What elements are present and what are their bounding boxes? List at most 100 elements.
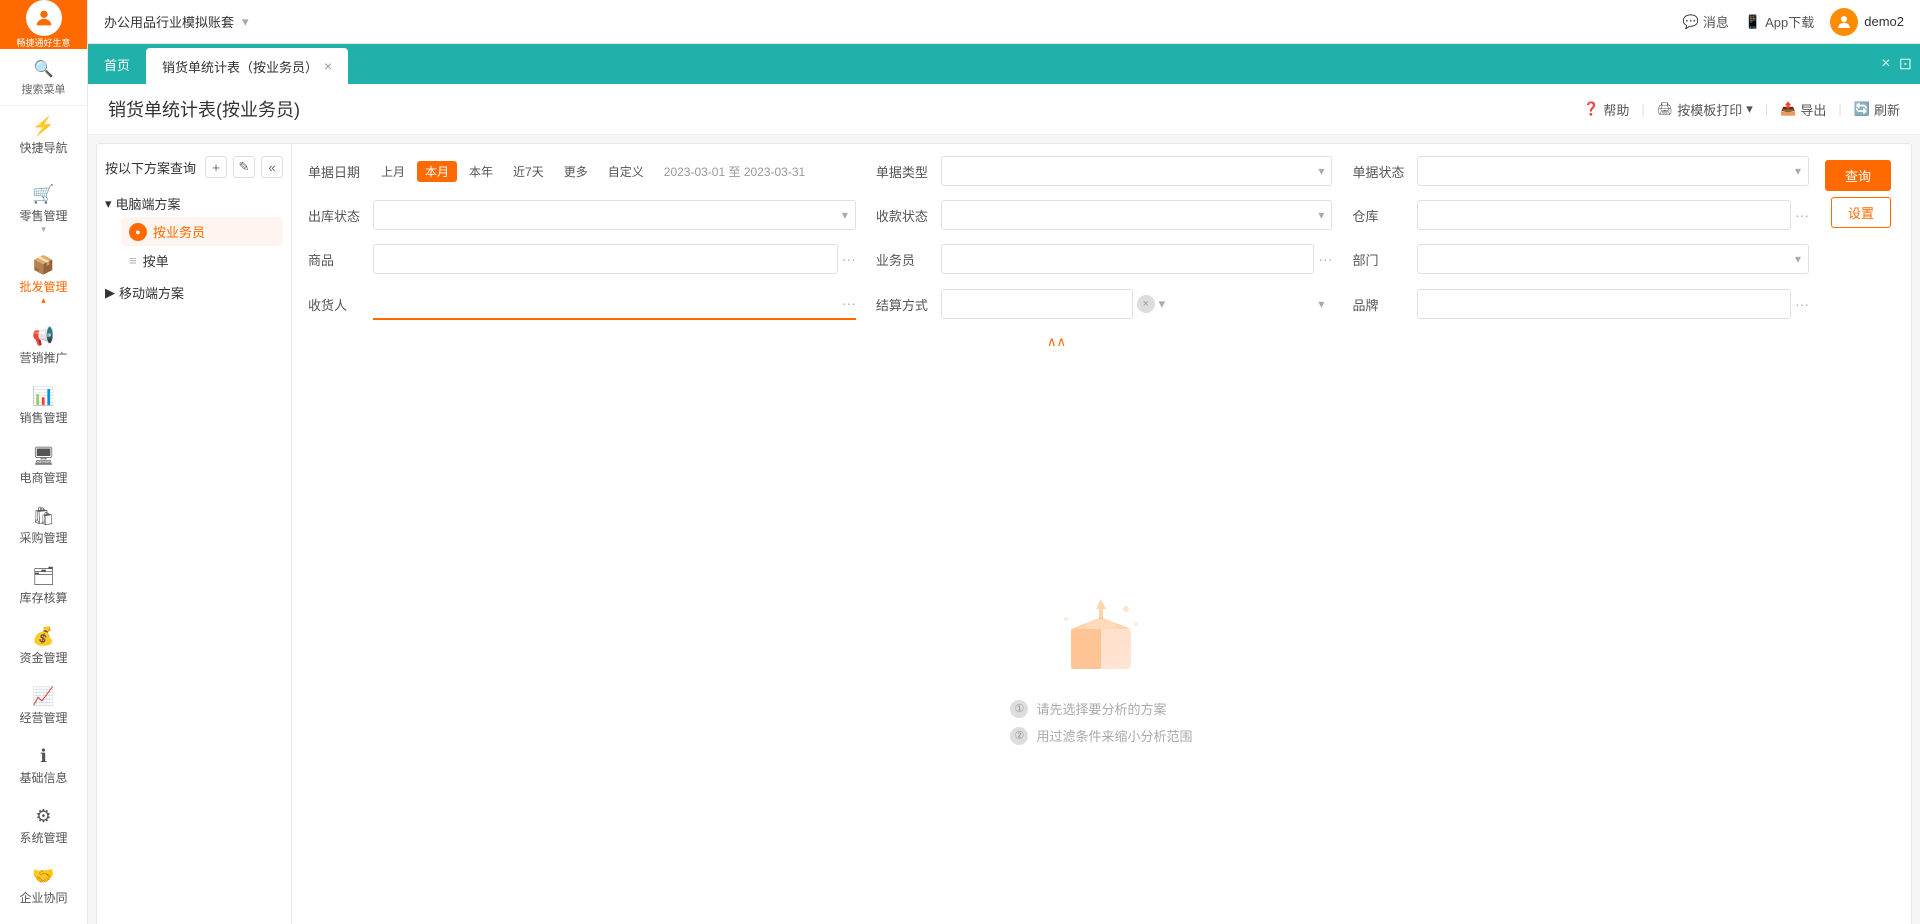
settings-btn[interactable]: 设置: [1831, 197, 1891, 228]
sidebar-item-basic-info[interactable]: ℹ 基础信息: [0, 736, 87, 796]
date-options: 上月 本月 本年 近7天 更多 自定义: [373, 161, 652, 182]
date-current-year-btn[interactable]: 本年: [461, 161, 501, 182]
scheme-item-salesperson[interactable]: ● 按业务员: [121, 217, 283, 246]
product-more-btn[interactable]: ···: [842, 251, 856, 267]
tab-home-label: 首页: [104, 55, 130, 74]
date-7days-btn[interactable]: 近7天: [505, 161, 552, 182]
header-left: 办公用品行业模拟账套 ▾: [104, 12, 249, 31]
print-dropdown-icon: ▾: [1746, 101, 1753, 117]
sidebar-item-retail[interactable]: 🛒 零售管理 ▾: [0, 174, 87, 245]
scheme-order-label: 按单: [143, 251, 169, 270]
doc-type-select-wrap: [941, 156, 1333, 186]
tab-sales-stat[interactable]: 销货单统计表（按业务员） ×: [146, 48, 348, 84]
sidebar-item-sales[interactable]: 📊 销售管理: [0, 376, 87, 436]
product-label: 商品: [308, 250, 373, 269]
marketing-icon: 📢: [32, 326, 54, 347]
department-field: 部门: [1352, 244, 1809, 274]
query-btn[interactable]: 查询: [1825, 160, 1891, 191]
username: demo2: [1864, 14, 1904, 29]
page-header: 销货单统计表(按业务员) ❓ 帮助 | 🖨 按模板打印 ▾ | 📤 导出 |: [88, 84, 1920, 135]
empty-step-1: ① 请先选择要分析的方案: [1010, 699, 1192, 718]
purchase-icon: 🛍: [32, 506, 55, 527]
header-dropdown-icon[interactable]: ▾: [242, 14, 249, 30]
brand-input[interactable]: [1417, 289, 1791, 319]
filter-row-3: 商品 ··· 业务员 ···: [308, 244, 1809, 274]
divider-actions-2: |: [1765, 102, 1768, 117]
scheme-desktop-header[interactable]: ▾ 电脑端方案: [105, 190, 283, 217]
refresh-btn[interactable]: 🔄 刷新: [1854, 100, 1900, 119]
date-more-btn[interactable]: 更多: [556, 161, 596, 182]
sidebar-item-enterprise-collab[interactable]: 🤝 企业协同: [0, 856, 87, 916]
payment-select[interactable]: [941, 200, 1333, 230]
page-actions: ❓ 帮助 | 🖨 按模板打印 ▾ | 📤 导出 | 🔄 刷新: [1583, 100, 1900, 119]
sidebar: 畅捷通好生意 🔍 搜索菜单 ⚡ 快捷导航 🛒 零售管理 ▾ 📦 批发管理 ▴ 📢…: [0, 0, 88, 924]
warehouse-input-wrap: ···: [1417, 200, 1809, 230]
print-btn[interactable]: 🖨 按模板打印 ▾: [1657, 100, 1753, 119]
export-icon: 📤: [1780, 101, 1796, 117]
tab-restore-btn[interactable]: ×: [1881, 55, 1890, 73]
date-current-month-btn[interactable]: 本月: [417, 161, 457, 182]
ecommerce-label: 电商管理: [19, 469, 67, 486]
salesperson-input[interactable]: [941, 244, 1315, 274]
wholesale-label: 批发管理: [19, 278, 67, 295]
brand-more-btn[interactable]: ···: [1795, 296, 1809, 312]
doc-status-select[interactable]: [1417, 156, 1809, 186]
filter-panel-header: 按以下方案查询 + ✎ «: [105, 156, 283, 178]
help-btn[interactable]: ❓ 帮助: [1583, 100, 1629, 119]
add-scheme-btn[interactable]: +: [205, 156, 227, 178]
operations-label: 经营管理: [19, 709, 67, 726]
retail-icon: 🛒: [32, 184, 54, 205]
consignee-input[interactable]: [373, 288, 838, 318]
scheme-desktop-items: ● 按业务员 ≡ 按单: [105, 217, 283, 275]
date-prev-month-btn[interactable]: 上月: [373, 161, 413, 182]
scheme-mobile-header[interactable]: ▶ 移动端方案: [105, 279, 283, 306]
scheme-section: ▾ 电脑端方案 ● 按业务员 ≡ 按单: [105, 190, 283, 306]
collapse-panel-btn[interactable]: «: [261, 156, 283, 178]
message-btn[interactable]: 💬 消息: [1683, 12, 1729, 31]
sidebar-item-operations[interactable]: 📈 经营管理: [0, 676, 87, 736]
tab-bar-actions: × ⊡: [1881, 54, 1920, 74]
sidebar-item-system[interactable]: ⚙ 系统管理: [0, 796, 87, 856]
top-header: 办公用品行业模拟账套 ▾ 💬 消息 📱 App下载 demo2: [88, 0, 1920, 44]
sidebar-search-item[interactable]: 🔍 搜索菜单: [0, 49, 87, 106]
scheme-item-order[interactable]: ≡ 按单: [121, 246, 283, 275]
date-custom-btn[interactable]: 自定义: [600, 161, 652, 182]
sidebar-item-marketing[interactable]: 📢 营销推广: [0, 316, 87, 376]
divider-actions-1: |: [1641, 102, 1644, 117]
sidebar-item-finance[interactable]: 💰 资金管理: [0, 616, 87, 676]
sidebar-item-beginner[interactable]: 🎯 新手引导: [0, 916, 87, 924]
doc-type-select[interactable]: [941, 156, 1333, 186]
settlement-dropdown-btn[interactable]: ▾: [1159, 296, 1166, 311]
tab-home[interactable]: 首页: [88, 44, 146, 84]
sidebar-item-quick-nav[interactable]: ⚡ 快捷导航: [0, 106, 87, 166]
sidebar-item-purchase[interactable]: 🛍 采购管理: [0, 496, 87, 556]
tab-close-icon[interactable]: ×: [324, 58, 332, 74]
export-btn[interactable]: 📤 导出: [1780, 100, 1826, 119]
consignee-more-btn[interactable]: ···: [842, 295, 856, 311]
app-download-label: App下载: [1765, 12, 1814, 31]
edit-scheme-btn[interactable]: ✎: [233, 156, 255, 178]
user-profile[interactable]: demo2: [1830, 8, 1904, 36]
salesperson-field: 业务员 ···: [876, 244, 1333, 274]
sidebar-item-wholesale[interactable]: 📦 批发管理 ▴: [0, 245, 87, 316]
settlement-clear-btn[interactable]: ×: [1137, 295, 1155, 313]
collapse-more-btn[interactable]: ∧∧: [308, 334, 1809, 350]
sidebar-item-ecommerce[interactable]: 🖥 电商管理: [0, 436, 87, 496]
settlement-input[interactable]: [941, 289, 1133, 319]
date-label: 单据日期: [308, 162, 373, 181]
header-right: 💬 消息 📱 App下载 demo2: [1683, 8, 1904, 36]
salesperson-more-btn[interactable]: ···: [1318, 251, 1332, 267]
warehouse-more-btn[interactable]: ···: [1795, 207, 1809, 223]
outbound-select[interactable]: [373, 200, 856, 230]
product-input[interactable]: [373, 244, 838, 274]
payment-field: 收款状态: [876, 200, 1333, 230]
filter-form-area: 单据日期 上月 本月 本年 近7天 更多 自定义: [292, 144, 1911, 362]
filter-panel: 按以下方案查询 + ✎ « ▾ 电脑端方案: [97, 144, 292, 924]
divider-actions-3: |: [1838, 102, 1841, 117]
warehouse-input[interactable]: [1417, 200, 1791, 230]
tab-maximize-btn[interactable]: ⊡: [1899, 54, 1912, 74]
department-select[interactable]: [1417, 244, 1809, 274]
basic-info-label: 基础信息: [19, 769, 67, 786]
app-download-btn[interactable]: 📱 App下载: [1745, 12, 1814, 31]
sidebar-item-inventory[interactable]: 🗂 库存核算: [0, 556, 87, 616]
